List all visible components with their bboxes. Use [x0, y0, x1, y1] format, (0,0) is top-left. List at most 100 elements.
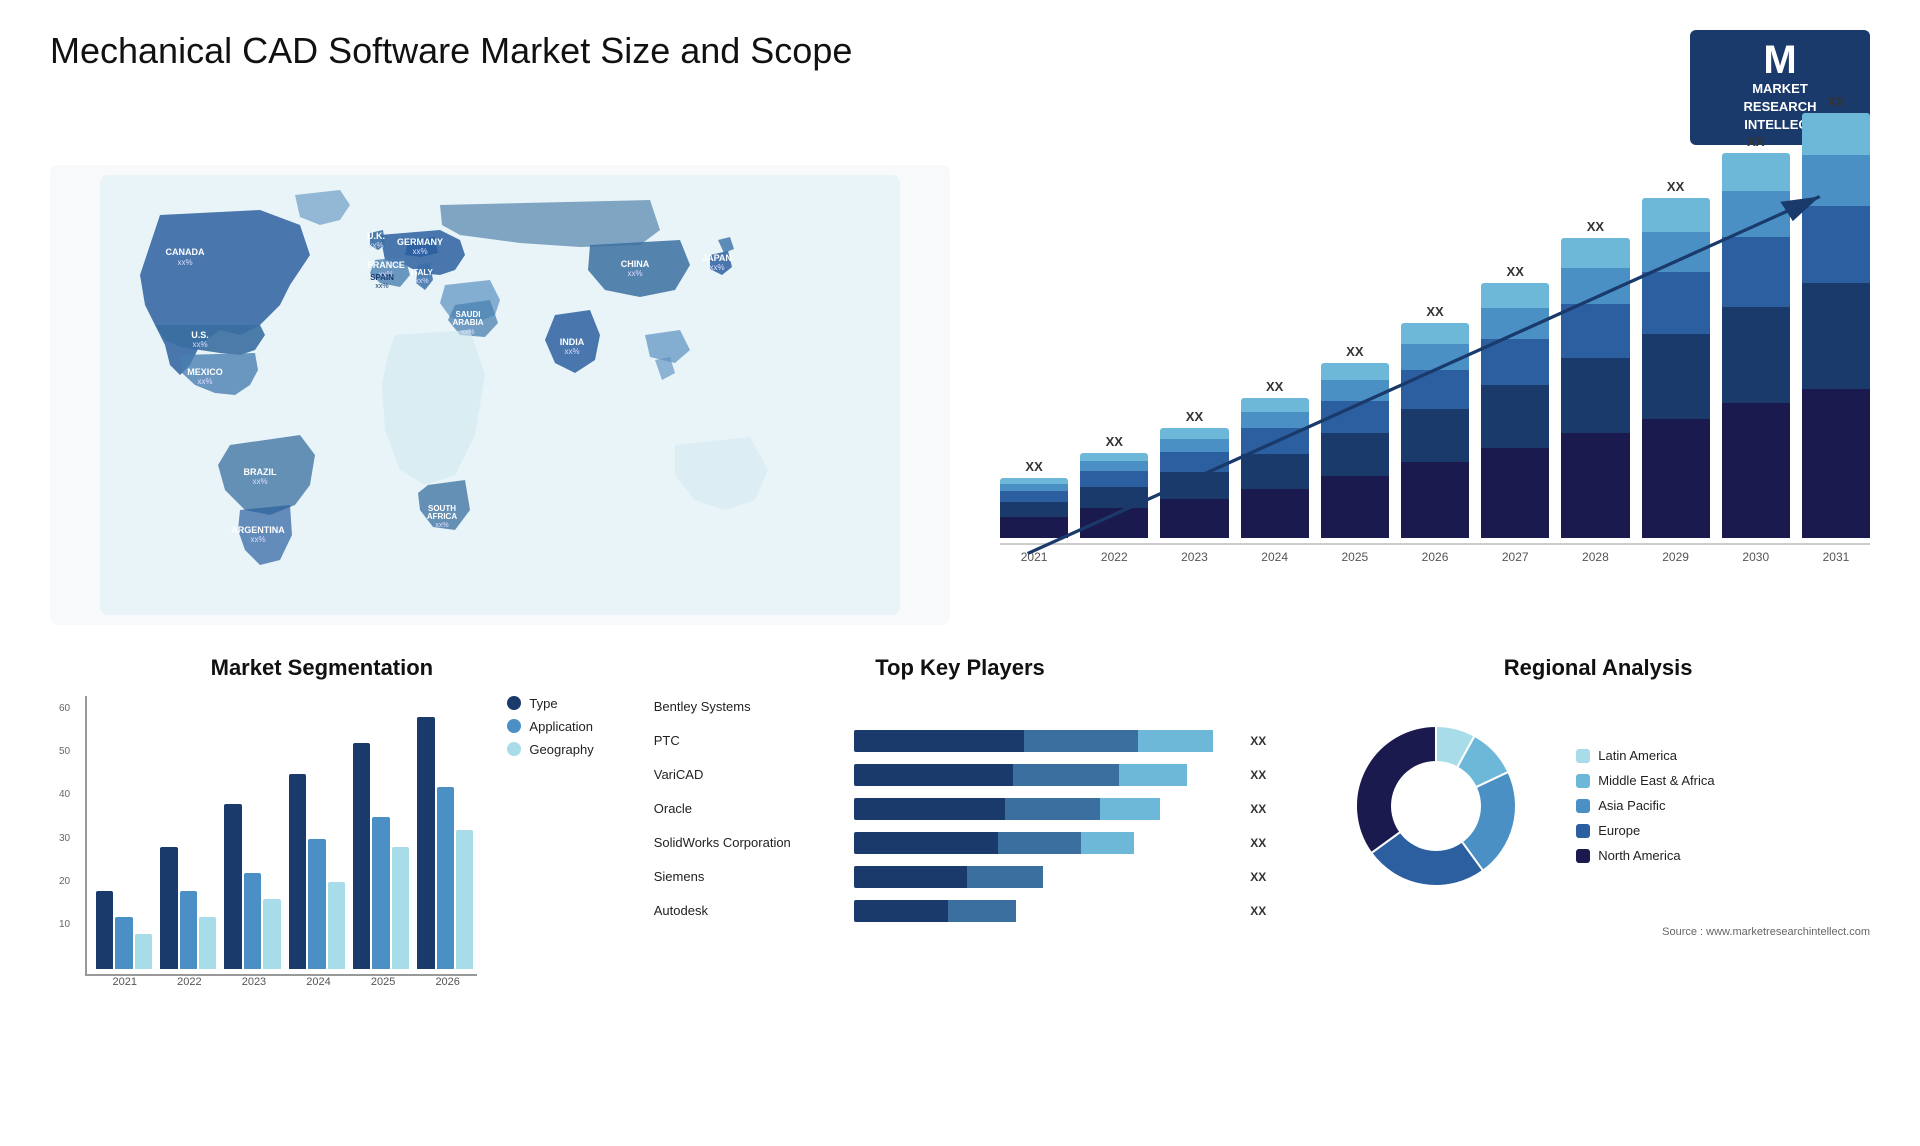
donut-legend-item: Latin America — [1576, 748, 1714, 763]
bar-group-2030: XX — [1722, 134, 1790, 538]
svg-text:xx%: xx% — [375, 283, 388, 290]
bar-segment-2 — [1080, 471, 1148, 486]
key-players-section: Top Key Players Bentley SystemsPTCXXVari… — [634, 655, 1287, 1035]
y-axis-label: 40 — [59, 789, 70, 800]
donut-legend-color — [1576, 799, 1590, 813]
donut-and-legend: Latin AmericaMiddle East & AfricaAsia Pa… — [1326, 696, 1870, 916]
bar-segment-0 — [1080, 508, 1148, 538]
bar-value-label: XX — [1827, 94, 1844, 109]
player-value: XX — [1250, 734, 1266, 748]
seg-bar-1 — [437, 787, 454, 969]
bar-value-label: XX — [1025, 459, 1042, 474]
bar-group-2029: XX — [1642, 179, 1710, 538]
player-bar-mid — [1024, 730, 1138, 752]
stacked-bar — [1241, 398, 1309, 538]
bar-year-label-2029: 2029 — [1642, 550, 1710, 564]
bottom-section: Market Segmentation 605040302010 2021202… — [50, 655, 1870, 1035]
donut-legend-label: North America — [1598, 848, 1680, 863]
y-axis-label: 10 — [59, 919, 70, 930]
bar-segment-4 — [1241, 398, 1309, 412]
bar-group-2025: XX — [1321, 344, 1389, 538]
player-bar-container — [854, 696, 1249, 718]
player-row: OracleXX — [654, 798, 1267, 820]
player-bar-mid — [1013, 764, 1119, 786]
seg-bar-1 — [115, 917, 132, 969]
player-bar-mid — [948, 900, 1016, 922]
seg-container: 605040302010 202120222023202420252026 Ty… — [50, 696, 594, 988]
seg-year-group-2022 — [156, 847, 220, 968]
seg-bar-2 — [456, 830, 473, 969]
top-section: CANADA xx% U.S. xx% MEXICO xx% BRAZIL xx… — [50, 165, 1870, 625]
map-section: CANADA xx% U.S. xx% MEXICO xx% BRAZIL xx… — [50, 165, 950, 625]
bar-year-label-2028: 2028 — [1561, 550, 1629, 564]
donut-legend-color — [1576, 849, 1590, 863]
player-bar-light — [1100, 798, 1161, 820]
bar-year-label-2023: 2023 — [1160, 550, 1228, 564]
player-bar-mid — [1005, 798, 1100, 820]
bar-segment-4 — [1321, 363, 1389, 381]
bar-segment-2 — [1481, 339, 1549, 385]
bar-chart-container: XXXXXXXXXXXXXXXXXXXXXX 20212022202320242… — [990, 165, 1870, 625]
bar-years-row: 2021202220232024202520262027202820292030… — [1000, 550, 1870, 564]
donut-legend-item: North America — [1576, 848, 1714, 863]
stacked-bar — [1722, 153, 1790, 538]
svg-text:xx%: xx% — [252, 477, 267, 486]
bar-segment-4 — [1642, 198, 1710, 232]
stacked-bar — [1080, 453, 1148, 538]
seg-year-group-2025 — [349, 743, 413, 968]
bar-segment-2 — [1561, 304, 1629, 358]
key-players-title: Top Key Players — [634, 655, 1287, 681]
seg-year-label-2025: 2025 — [353, 976, 413, 988]
stacked-bar — [1642, 198, 1710, 538]
bar-segment-0 — [1802, 389, 1870, 538]
bar-value-label: XX — [1667, 179, 1684, 194]
donut-chart — [1326, 696, 1546, 916]
svg-text:xx%: xx% — [435, 522, 448, 529]
svg-text:xx%: xx% — [197, 377, 212, 386]
donut-legend-item: Asia Pacific — [1576, 798, 1714, 813]
page-header: Mechanical CAD Software Market Size and … — [50, 30, 1870, 145]
seg-year-label-2026: 2026 — [418, 976, 478, 988]
bar-segment-1 — [1802, 283, 1870, 389]
seg-bar-0 — [417, 717, 434, 968]
bar-segment-1 — [1561, 358, 1629, 433]
donut-legend-label: Latin America — [1598, 748, 1677, 763]
player-row: VariCADXX — [654, 764, 1267, 786]
player-value: XX — [1250, 768, 1266, 782]
bar-segment-2 — [1722, 237, 1790, 306]
bar-segment-4 — [1080, 453, 1148, 462]
player-row: PTCXX — [654, 730, 1267, 752]
bar-value-label: XX — [1186, 409, 1203, 424]
bar-segment-2 — [1401, 370, 1469, 409]
seg-bar-0 — [160, 847, 177, 968]
bar-year-label-2030: 2030 — [1722, 550, 1790, 564]
bar-segment-3 — [1722, 191, 1790, 237]
bar-segment-1 — [1000, 502, 1068, 517]
player-bar-mid — [998, 832, 1081, 854]
stacked-bar — [1000, 478, 1068, 538]
world-map-svg: CANADA xx% U.S. xx% MEXICO xx% BRAZIL xx… — [60, 175, 940, 615]
bar-year-label-2021: 2021 — [1000, 550, 1068, 564]
seg-year-group-2026 — [413, 717, 477, 968]
market-seg-title: Market Segmentation — [50, 655, 594, 681]
donut-legend-label: Asia Pacific — [1598, 798, 1665, 813]
donut-legend-item: Europe — [1576, 823, 1714, 838]
stacked-bar — [1160, 428, 1228, 538]
bar-segment-4 — [1802, 113, 1870, 156]
svg-text:ARABIA: ARABIA — [452, 318, 483, 327]
bar-segment-0 — [1321, 476, 1389, 537]
legend-dot — [507, 742, 521, 756]
player-bar-container — [854, 832, 1232, 854]
player-bar-dark — [854, 900, 949, 922]
seg-legend: TypeApplicationGeography — [507, 696, 593, 757]
svg-text:ARGENTINA: ARGENTINA — [231, 525, 285, 535]
svg-text:INDIA: INDIA — [560, 337, 585, 347]
svg-text:xx%: xx% — [412, 247, 427, 256]
bar-year-label-2031: 2031 — [1802, 550, 1870, 564]
stacked-bar — [1561, 238, 1629, 538]
bar-group-2021: XX — [1000, 459, 1068, 538]
donut-legend: Latin AmericaMiddle East & AfricaAsia Pa… — [1576, 748, 1714, 863]
player-bar-light — [1119, 764, 1187, 786]
legend-label: Type — [529, 696, 557, 711]
bar-year-label-2027: 2027 — [1481, 550, 1549, 564]
